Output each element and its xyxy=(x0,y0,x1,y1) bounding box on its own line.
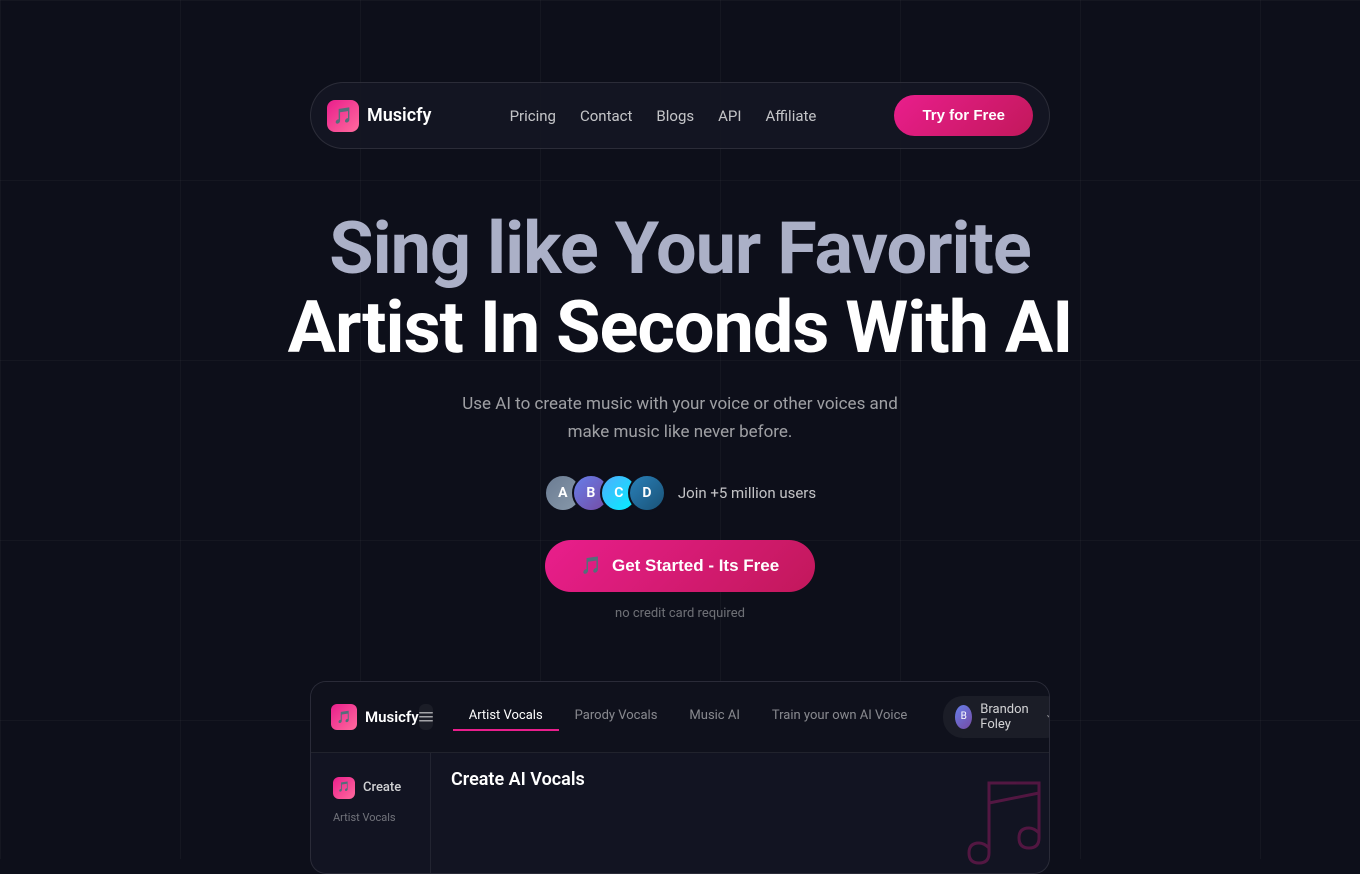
app-main-content: Create AI Vocals xyxy=(431,753,949,873)
app-preview-logo: 🎵 Musicfy xyxy=(331,704,419,730)
cta-button[interactable]: 🎵 Get Started - Its Free xyxy=(545,540,815,592)
sidebar-create-item[interactable]: 🎵 Create xyxy=(325,769,416,807)
app-tabs: Artist Vocals Parody Vocals Music AI Tra… xyxy=(453,702,924,731)
app-topbar: 🎵 Musicfy Artist Vocals Parody Vocals Mu… xyxy=(311,682,1049,753)
sidebar-create-icon: 🎵 xyxy=(333,777,355,799)
tab-parody-vocals[interactable]: Parody Vocals xyxy=(559,702,674,731)
avatar-4: D xyxy=(628,474,666,512)
app-menu-button[interactable] xyxy=(419,704,433,730)
app-body: 🎵 Create Artist Vocals Create AI Vocals xyxy=(311,753,1049,873)
sidebar-sub-label: Artist Vocals xyxy=(325,811,416,824)
app-main-title: Create AI Vocals xyxy=(451,769,929,790)
app-preview-logo-text: Musicfy xyxy=(365,708,419,726)
tab-artist-vocals[interactable]: Artist Vocals xyxy=(453,702,559,731)
tab-train-voice[interactable]: Train your own AI Voice xyxy=(756,702,923,731)
social-proof: A B C D Join +5 million users xyxy=(288,474,1073,512)
menu-icon xyxy=(419,712,433,722)
chevron-down-icon xyxy=(1047,714,1050,720)
tab-music-ai[interactable]: Music AI xyxy=(673,702,755,731)
nav-link-affiliate[interactable]: Affiliate xyxy=(765,107,816,125)
app-user-name: Brandon Foley xyxy=(980,702,1038,732)
app-user-area[interactable]: B Brandon Foley xyxy=(943,696,1050,738)
app-preview-logo-icon: 🎵 xyxy=(331,704,357,730)
page-wrapper: 🎵 Musicfy Pricing Contact Blogs API Affi… xyxy=(0,0,1360,874)
app-preview: 🎵 Musicfy Artist Vocals Parody Vocals Mu… xyxy=(310,681,1050,874)
sidebar-create-label: Create xyxy=(363,780,401,795)
cta-label: Get Started - Its Free xyxy=(612,556,779,576)
hero-title-line2: Artist In Seconds With AI xyxy=(288,288,1073,367)
cta-note: no credit card required xyxy=(288,606,1073,621)
navbar-links: Pricing Contact Blogs API Affiliate xyxy=(510,107,817,125)
hero-title: Sing like Your Favorite Artist In Second… xyxy=(288,209,1073,367)
app-sidebar: 🎵 Create Artist Vocals xyxy=(311,753,431,873)
music-note-decoration xyxy=(949,753,1049,873)
social-proof-text: Join +5 million users xyxy=(678,484,816,502)
navbar: 🎵 Musicfy Pricing Contact Blogs API Affi… xyxy=(310,82,1050,149)
nav-cta-button[interactable]: Try for Free xyxy=(894,95,1033,136)
nav-link-blogs[interactable]: Blogs xyxy=(656,107,694,125)
hero-title-line1: Sing like Your Favorite xyxy=(288,209,1073,288)
hero-section: Sing like Your Favorite Artist In Second… xyxy=(288,209,1073,621)
nav-link-pricing[interactable]: Pricing xyxy=(510,107,556,125)
logo-text: Musicfy xyxy=(367,105,431,126)
cta-icon: 🎵 xyxy=(581,556,602,576)
cta-area: 🎵 Get Started - Its Free no credit card … xyxy=(288,512,1073,621)
hero-subtitle: Use AI to create music with your voice o… xyxy=(288,391,1073,445)
logo-icon: 🎵 xyxy=(327,100,359,132)
nav-logo[interactable]: 🎵 Musicfy xyxy=(327,100,431,132)
avatar-stack: A B C D xyxy=(544,474,666,512)
music-note-svg xyxy=(959,763,1049,873)
app-user-avatar: B xyxy=(955,705,972,729)
nav-link-api[interactable]: API xyxy=(718,107,741,125)
nav-link-contact[interactable]: Contact xyxy=(580,107,632,125)
